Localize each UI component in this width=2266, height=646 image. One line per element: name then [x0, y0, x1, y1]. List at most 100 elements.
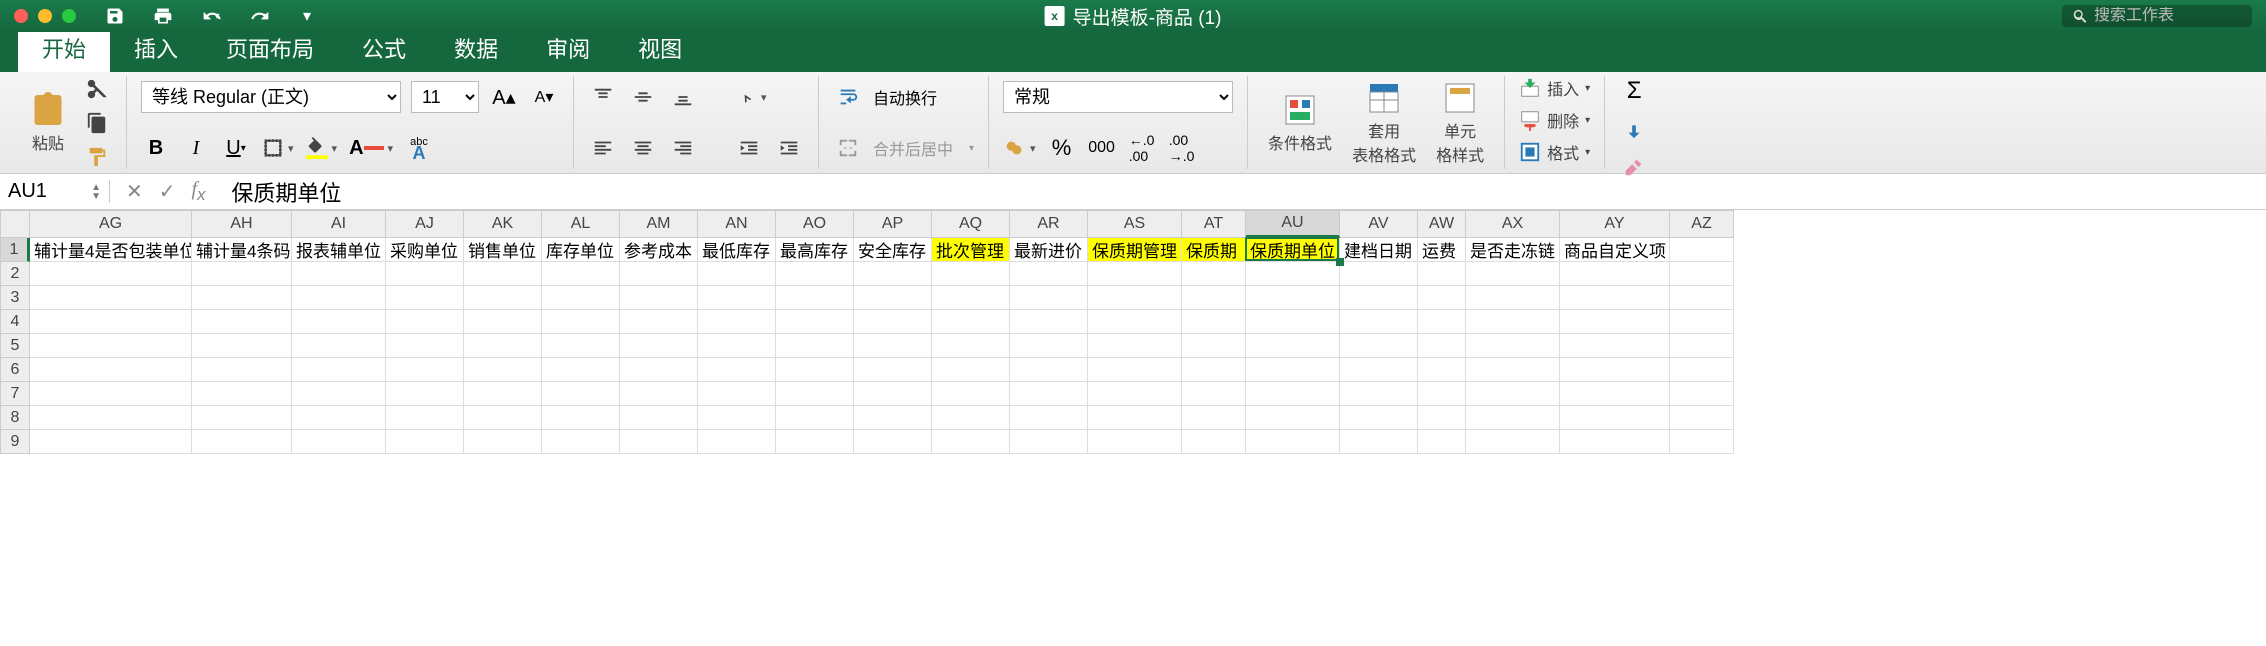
cell-AY7[interactable]: [1560, 382, 1670, 406]
cell-AX6[interactable]: [1466, 358, 1560, 382]
cell-AH1[interactable]: 辅计量4条码: [192, 238, 292, 262]
cell-AX5[interactable]: [1466, 334, 1560, 358]
align-center-button[interactable]: [628, 133, 658, 163]
cell-AJ8[interactable]: [386, 406, 464, 430]
cell-AJ4[interactable]: [386, 310, 464, 334]
cell-AP6[interactable]: [854, 358, 932, 382]
select-all-corner[interactable]: [0, 210, 30, 238]
cell-AM6[interactable]: [620, 358, 698, 382]
cancel-formula-button[interactable]: ✕: [126, 179, 143, 204]
cell-AL8[interactable]: [542, 406, 620, 430]
cell-AU7[interactable]: [1246, 382, 1340, 406]
cell-AH8[interactable]: [192, 406, 292, 430]
cell-AW5[interactable]: [1418, 334, 1466, 358]
cell-AN1[interactable]: 最低库存: [698, 238, 776, 262]
autosum-button[interactable]: Σ: [1619, 76, 1649, 106]
cell-AX2[interactable]: [1466, 262, 1560, 286]
column-header-AX[interactable]: AX: [1466, 210, 1560, 238]
font-size-combo[interactable]: 11: [411, 81, 479, 113]
cell-AW9[interactable]: [1418, 430, 1466, 454]
cell-AO9[interactable]: [776, 430, 854, 454]
cell-AR2[interactable]: [1010, 262, 1088, 286]
column-header-AQ[interactable]: AQ: [932, 210, 1010, 238]
currency-button[interactable]: [1003, 133, 1037, 163]
cell-AK3[interactable]: [464, 286, 542, 310]
cell-AM1[interactable]: 参考成本: [620, 238, 698, 262]
column-header-AW[interactable]: AW: [1418, 210, 1466, 238]
wrap-text-button[interactable]: 自动换行: [873, 85, 937, 109]
cell-AJ7[interactable]: [386, 382, 464, 406]
underline-button[interactable]: U▾: [221, 133, 251, 163]
cell-AM2[interactable]: [620, 262, 698, 286]
cell-styles-button[interactable]: 单元 格样式: [1430, 78, 1490, 168]
column-header-AJ[interactable]: AJ: [386, 210, 464, 238]
cell-AP5[interactable]: [854, 334, 932, 358]
cell-AM4[interactable]: [620, 310, 698, 334]
cell-AN4[interactable]: [698, 310, 776, 334]
cell-AH5[interactable]: [192, 334, 292, 358]
cell-AJ5[interactable]: [386, 334, 464, 358]
fill-button[interactable]: [1619, 114, 1649, 144]
column-header-AU[interactable]: AU: [1246, 210, 1340, 238]
cell-AL2[interactable]: [542, 262, 620, 286]
cell-AO3[interactable]: [776, 286, 854, 310]
cell-AT9[interactable]: [1182, 430, 1246, 454]
cell-AM5[interactable]: [620, 334, 698, 358]
decrease-indent-button[interactable]: [734, 133, 764, 163]
cell-AU5[interactable]: [1246, 334, 1340, 358]
cell-AK7[interactable]: [464, 382, 542, 406]
cell-AV2[interactable]: [1340, 262, 1418, 286]
cell-AK6[interactable]: [464, 358, 542, 382]
cell-AJ3[interactable]: [386, 286, 464, 310]
cell-AU1[interactable]: 保质期单位: [1246, 238, 1340, 262]
cell-AI8[interactable]: [292, 406, 386, 430]
cell-AH9[interactable]: [192, 430, 292, 454]
cell-AU2[interactable]: [1246, 262, 1340, 286]
row-header-8[interactable]: 8: [0, 406, 30, 430]
cell-AZ9[interactable]: [1670, 430, 1734, 454]
cell-AU9[interactable]: [1246, 430, 1340, 454]
cut-button[interactable]: [82, 74, 112, 104]
cell-AH7[interactable]: [192, 382, 292, 406]
cell-AO2[interactable]: [776, 262, 854, 286]
number-format-combo[interactable]: 常规: [1003, 81, 1233, 113]
cell-AV6[interactable]: [1340, 358, 1418, 382]
cell-AV9[interactable]: [1340, 430, 1418, 454]
cell-AU6[interactable]: [1246, 358, 1340, 382]
print-button[interactable]: [148, 1, 178, 31]
format-cells-button[interactable]: 格式▾: [1519, 140, 1590, 164]
cell-AP1[interactable]: 安全库存: [854, 238, 932, 262]
cell-AR5[interactable]: [1010, 334, 1088, 358]
cell-AQ9[interactable]: [932, 430, 1010, 454]
bold-button[interactable]: B: [141, 133, 171, 163]
row-header-6[interactable]: 6: [0, 358, 30, 382]
namebox-stepper[interactable]: ▲▼: [91, 183, 101, 201]
decrease-decimal-button[interactable]: .00→.0: [1167, 133, 1197, 163]
cell-AM9[interactable]: [620, 430, 698, 454]
cell-AT8[interactable]: [1182, 406, 1246, 430]
cell-AN3[interactable]: [698, 286, 776, 310]
cell-AX8[interactable]: [1466, 406, 1560, 430]
cell-AJ6[interactable]: [386, 358, 464, 382]
cell-AI1[interactable]: 报表辅单位: [292, 238, 386, 262]
column-header-AR[interactable]: AR: [1010, 210, 1088, 238]
cell-AI2[interactable]: [292, 262, 386, 286]
cell-AG6[interactable]: [30, 358, 192, 382]
enter-formula-button[interactable]: ✓: [159, 179, 176, 204]
row-header-1[interactable]: 1: [0, 238, 30, 262]
cell-AL4[interactable]: [542, 310, 620, 334]
cell-AY4[interactable]: [1560, 310, 1670, 334]
cell-AK2[interactable]: [464, 262, 542, 286]
cell-AW8[interactable]: [1418, 406, 1466, 430]
cell-AY1[interactable]: 商品自定义项: [1560, 238, 1670, 262]
cell-AT5[interactable]: [1182, 334, 1246, 358]
cell-AT1[interactable]: 保质期: [1182, 238, 1246, 262]
cell-AS3[interactable]: [1088, 286, 1182, 310]
increase-font-button[interactable]: A▴: [489, 82, 519, 112]
cell-AZ8[interactable]: [1670, 406, 1734, 430]
cell-AT4[interactable]: [1182, 310, 1246, 334]
cell-AP7[interactable]: [854, 382, 932, 406]
cell-AW1[interactable]: 运费: [1418, 238, 1466, 262]
cell-AS4[interactable]: [1088, 310, 1182, 334]
column-header-AK[interactable]: AK: [464, 210, 542, 238]
